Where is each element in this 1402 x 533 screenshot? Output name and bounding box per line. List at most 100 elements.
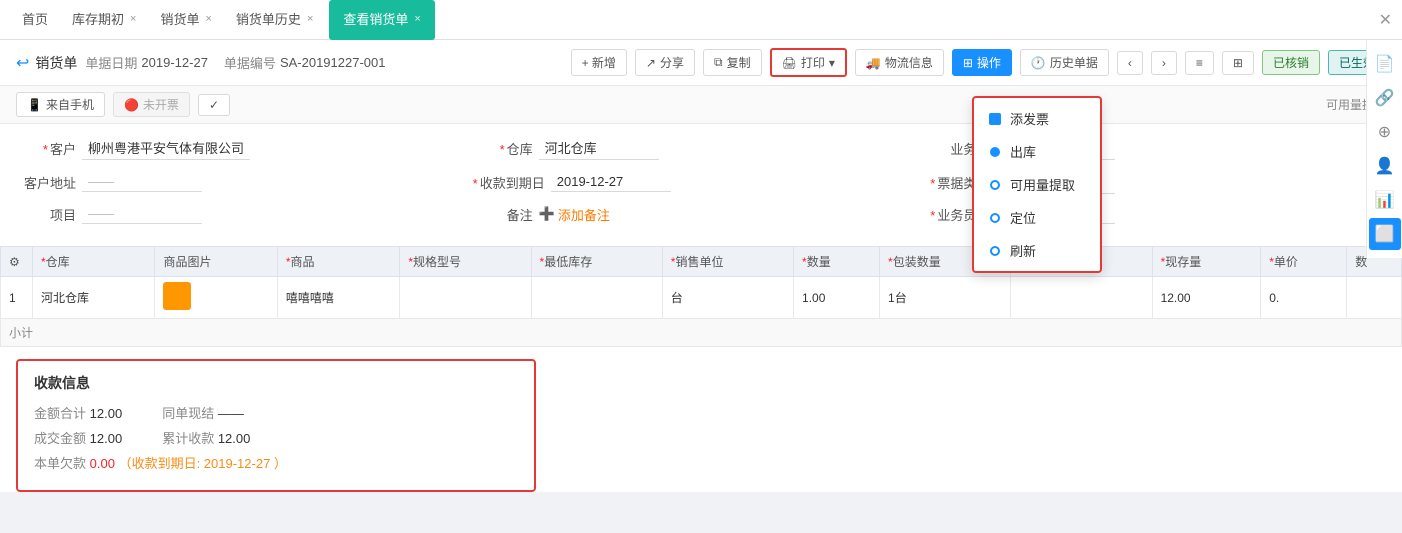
logistics-icon: 🚚 xyxy=(866,56,881,70)
tab-close-view-sales[interactable]: × xyxy=(414,13,420,25)
tab-home[interactable]: 首页 xyxy=(10,0,60,40)
form-row-1: *客户 柳州粤港平安气体有限公司 *仓库 河北仓库 业务员 演示账号 xyxy=(16,136,1386,160)
subtotal-row: 小计 xyxy=(1,319,1402,347)
dropdown-available-qty[interactable]: 可用量提取 xyxy=(974,168,1100,201)
nav-prev-button[interactable]: ‹ xyxy=(1117,51,1143,75)
address-field: 客户地址 —— xyxy=(16,172,473,192)
toolbar-row: 📱 来自手机 🔴 未开票 ✓ 可用量提取 xyxy=(0,86,1402,124)
sidebar-user-icon[interactable]: 👤 xyxy=(1369,150,1401,182)
print-dropdown-icon: ▾ xyxy=(829,56,835,70)
tab-view-sales[interactable]: 查看销货单 × xyxy=(329,0,434,40)
copy-button[interactable]: ⧉ 复制 xyxy=(703,49,762,76)
doc-date-field: 单据日期 2019-12-27 xyxy=(85,53,208,72)
print-button[interactable]: 🖨 打印 ▾ xyxy=(770,48,847,77)
table-row: 1 河北仓库 嘻嘻嘻嘻 台 1.00 1台 12.00 0. xyxy=(1,277,1402,319)
col-warehouse: *仓库 xyxy=(33,247,155,277)
payment-info-title: 收款信息 xyxy=(34,373,518,393)
window-close-button[interactable]: ✕ xyxy=(1379,10,1392,30)
cell-pack-qty: 1台 xyxy=(880,277,1011,319)
cell-no: 1 xyxy=(1,277,33,319)
list-view-button[interactable]: ≡ xyxy=(1185,51,1214,75)
this-order-due-field: 本单欠款 0.00 （收款到期日: 2019-12-27 ） xyxy=(34,453,287,472)
tab-close-sales-history[interactable]: × xyxy=(307,13,313,25)
project-field: 项目 —— xyxy=(16,204,473,224)
sidebar-expand-icon[interactable]: ⬜ xyxy=(1369,218,1401,250)
sidebar-link-icon[interactable]: 🔗 xyxy=(1369,82,1401,114)
warehouse-value[interactable]: 河北仓库 xyxy=(539,136,659,160)
dropdown-refresh[interactable]: 刷新 xyxy=(974,234,1100,267)
grid-view-button[interactable]: ⊞ xyxy=(1222,51,1254,75)
col-spec: *规格型号 xyxy=(400,247,531,277)
deal-amount-field: 成交金额 12.00 xyxy=(34,428,122,447)
share-button[interactable]: ↗ 分享 xyxy=(635,49,695,76)
not-open-button[interactable]: 🔴 未开票 xyxy=(113,92,190,117)
cell-available xyxy=(1011,277,1152,319)
payment-info-box: 收款信息 金额合计 12.00 同单现结 —— 成交金额 12.00 累计收款 xyxy=(16,359,536,492)
col-min-stock: *最低库存 xyxy=(531,247,662,277)
product-thumbnail xyxy=(163,282,191,310)
data-table: ⚙ *仓库 商品图片 *商品 *规格型号 *最低库存 *销售单位 *数量 *包装… xyxy=(0,246,1402,347)
form-row-2: 客户地址 —— *收款到期日 2019-12-27 *票据类型 不开票 xyxy=(16,170,1386,194)
tab-close-sales-order[interactable]: × xyxy=(205,13,211,25)
dropdown-add-invoice[interactable]: 添发票 xyxy=(974,102,1100,135)
bottom-section: 收款信息 金额合计 12.00 同单现结 —— 成交金额 12.00 累计收款 xyxy=(0,347,1402,492)
doc-meta: 单据日期 2019-12-27 单据编号 SA-20191227-001 xyxy=(85,53,562,72)
col-product: *商品 xyxy=(277,247,399,277)
info-row-3: 本单欠款 0.00 （收款到期日: 2019-12-27 ） xyxy=(34,453,518,472)
same-order-field: 同单现结 —— xyxy=(162,403,244,422)
tab-sales-history[interactable]: 销货单历史 × xyxy=(224,0,325,40)
col-unit: *销售单位 xyxy=(662,247,793,277)
dropdown-locate[interactable]: 定位 xyxy=(974,201,1100,234)
payment-date-value[interactable]: 2019-12-27 xyxy=(551,172,671,192)
locate-icon xyxy=(988,211,1002,225)
operations-button[interactable]: ⊞ 操作 xyxy=(952,49,1012,76)
history-icon: 🕐 xyxy=(1031,56,1046,70)
cell-min-stock xyxy=(531,277,662,319)
doc-header: ↩ 销货单 单据日期 2019-12-27 单据编号 SA-20191227-0… xyxy=(0,40,1402,86)
copy-icon: ⧉ xyxy=(714,55,723,70)
col-stock: *现存量 xyxy=(1152,247,1261,277)
new-button[interactable]: + 新增 xyxy=(571,49,627,76)
history-button[interactable]: 🕐 历史单据 xyxy=(1020,49,1109,76)
col-image: 商品图片 xyxy=(155,247,277,277)
warehouse-field: *仓库 河北仓库 xyxy=(473,136,930,160)
grid-icon: ⊞ xyxy=(963,56,973,70)
form-row-3: 项目 —— 备注 ➕ 添加备注 *业务员孟 —— xyxy=(16,204,1386,224)
available-qty-icon xyxy=(988,178,1002,192)
phone-icon: 📱 xyxy=(27,98,42,112)
accumulated-field: 累计收款 12.00 xyxy=(162,428,250,447)
logistics-button[interactable]: 🚚 物流信息 xyxy=(855,49,944,76)
cell-product: 嘻嘻嘻嘻 xyxy=(277,277,399,319)
cell-spec xyxy=(400,277,531,319)
payment-date-field: *收款到期日 2019-12-27 xyxy=(473,172,930,192)
dropdown-outbound[interactable]: 出库 xyxy=(974,135,1100,168)
cell-unit: 台 xyxy=(662,277,793,319)
info-row-1: 金额合计 12.00 同单现结 —— xyxy=(34,403,518,422)
sidebar-doc-icon[interactable]: 📄 xyxy=(1369,48,1401,80)
add-note-button[interactable]: ➕ 添加备注 xyxy=(539,205,610,224)
note-field: 备注 ➕ 添加备注 xyxy=(473,205,930,224)
confirm-button[interactable]: ✓ xyxy=(198,94,230,116)
tab-sales-order[interactable]: 销货单 × xyxy=(148,0,223,40)
project-value: —— xyxy=(82,204,202,224)
col-settings[interactable]: ⚙ xyxy=(1,247,33,277)
cell-qty: 1.00 xyxy=(794,277,880,319)
customer-value[interactable]: 柳州粤港平安气体有限公司 xyxy=(82,136,250,160)
form-area: *客户 柳州粤港平安气体有限公司 *仓库 河北仓库 业务员 演示账号 客户地址 … xyxy=(0,124,1402,246)
right-sidebar: 📄 🔗 ⊕ 👤 📊 ⬜ xyxy=(1366,40,1402,258)
tab-close-inventory-init[interactable]: × xyxy=(130,13,136,25)
doc-title-text: 销货单 xyxy=(35,53,77,73)
sidebar-add-icon[interactable]: ⊕ xyxy=(1369,116,1401,148)
cell-stock: 12.00 xyxy=(1152,277,1261,319)
from-phone-button[interactable]: 📱 来自手机 xyxy=(16,92,105,117)
cell-amount xyxy=(1347,277,1402,319)
sidebar-chart-icon[interactable]: 📊 xyxy=(1369,184,1401,216)
doc-order-no-field: 单据编号 SA-20191227-001 xyxy=(224,53,386,72)
table-wrapper: ⚙ *仓库 商品图片 *商品 *规格型号 *最低库存 *销售单位 *数量 *包装… xyxy=(0,246,1402,347)
tab-inventory-init[interactable]: 库存期初 × xyxy=(60,0,148,40)
address-value[interactable]: —— xyxy=(82,172,202,192)
print-icon: 🖨 xyxy=(782,56,797,70)
nav-next-button[interactable]: › xyxy=(1151,51,1177,75)
cancelled-badge[interactable]: 已核销 xyxy=(1262,50,1320,75)
info-row-2: 成交金额 12.00 累计收款 12.00 xyxy=(34,428,518,447)
